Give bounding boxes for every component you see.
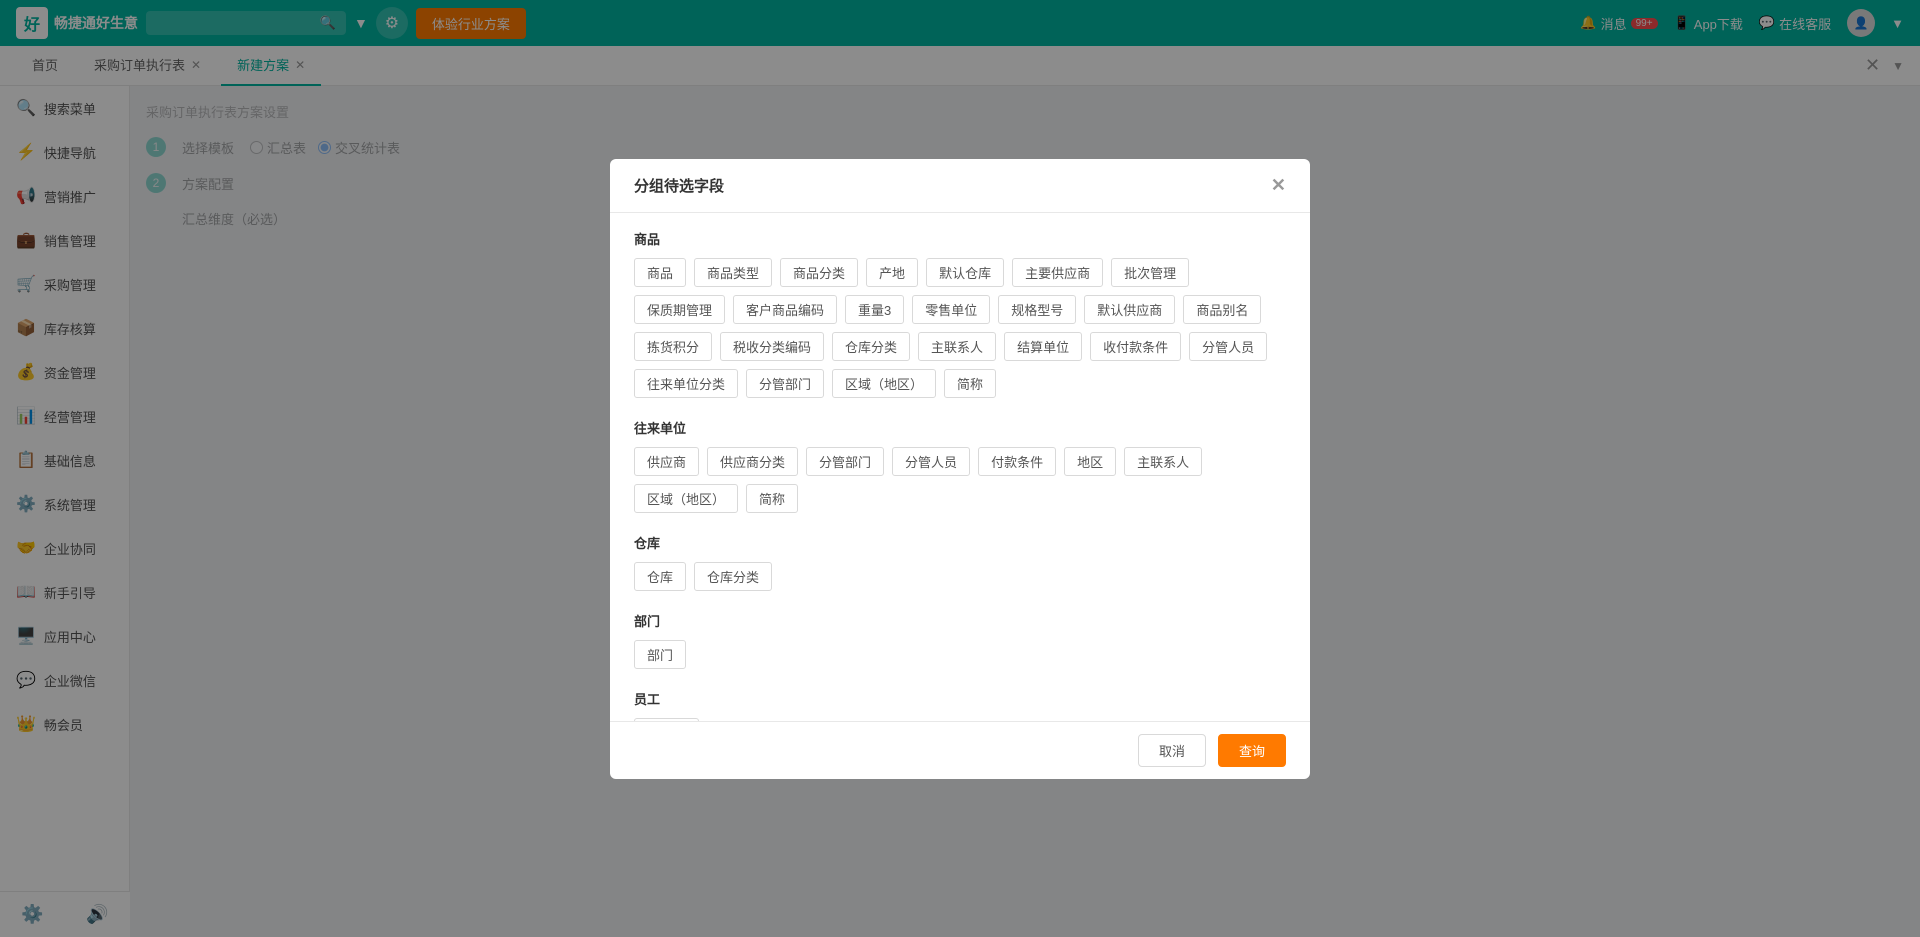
field-tag-payment-condition[interactable]: 付款条件 [978,447,1056,476]
modal-body: 商品 商品 商品类型 商品分类 产地 默认仓库 主要供应商 批次管理 保质期管理… [610,213,1310,721]
field-tag-warehouse[interactable]: 仓库 [634,562,686,591]
section-department-title: 部门 [634,611,1286,630]
field-tag-manager[interactable]: 分管人员 [1189,332,1267,361]
field-tag-main-contact2[interactable]: 主联系人 [1124,447,1202,476]
field-tag-settlement-unit[interactable]: 结算单位 [1004,332,1082,361]
section-warehouse: 仓库 仓库 仓库分类 [634,533,1286,591]
field-tag-customer-code[interactable]: 客户商品编码 [733,295,837,324]
field-tag-retail-unit[interactable]: 零售单位 [912,295,990,324]
section-warehouse-tags: 仓库 仓库分类 [634,562,1286,591]
field-tag-warehouse-cat[interactable]: 仓库分类 [694,562,772,591]
field-tag-payment-terms[interactable]: 收付款条件 [1090,332,1181,361]
field-tag-short-name[interactable]: 简称 [944,369,996,398]
field-tag-weight[interactable]: 重量3 [845,295,904,324]
field-tag-batch-management[interactable]: 批次管理 [1111,258,1189,287]
modal-footer: 取消 查询 [610,721,1310,779]
field-tag-main-supplier[interactable]: 主要供应商 [1012,258,1103,287]
field-tag-short-name2[interactable]: 简称 [746,484,798,513]
field-tag-supplier[interactable]: 供应商 [634,447,699,476]
field-tag-warehouse-category[interactable]: 仓库分类 [832,332,910,361]
cancel-button[interactable]: 取消 [1138,734,1206,767]
field-tag-department[interactable]: 部门 [634,640,686,669]
field-tag-alias[interactable]: 商品别名 [1183,295,1261,324]
field-tag-counterpart-category[interactable]: 往来单位分类 [634,369,738,398]
section-employee-title: 员工 [634,689,1286,708]
field-tag-tax-code[interactable]: 税收分类编码 [720,332,824,361]
section-counterpart: 往来单位 供应商 供应商分类 分管部门 分管人员 付款条件 地区 主联系人 区域… [634,418,1286,513]
modal-overlay: 分组待选字段 ✕ 商品 商品 商品类型 商品分类 产地 默认仓库 主要供应商 批… [0,0,1920,937]
field-tag-supplier-category[interactable]: 供应商分类 [707,447,798,476]
section-counterpart-title: 往来单位 [634,418,1286,437]
modal-dialog: 分组待选字段 ✕ 商品 商品 商品类型 商品分类 产地 默认仓库 主要供应商 批… [610,159,1310,779]
field-tag-product[interactable]: 商品 [634,258,686,287]
field-tag-product-type[interactable]: 商品类型 [694,258,772,287]
field-tag-region2[interactable]: 区域（地区） [634,484,738,513]
field-tag-default-supplier[interactable]: 默认供应商 [1084,295,1175,324]
field-tag-shelf-life[interactable]: 保质期管理 [634,295,725,324]
field-tag-area[interactable]: 地区 [1064,447,1116,476]
modal-close-button[interactable]: ✕ [1271,175,1286,196]
field-tag-manager2[interactable]: 分管人员 [892,447,970,476]
field-tag-product-category[interactable]: 商品分类 [780,258,858,287]
field-tag-pick-points[interactable]: 拣货积分 [634,332,712,361]
modal-header: 分组待选字段 ✕ [610,159,1310,213]
field-tag-origin[interactable]: 产地 [866,258,918,287]
confirm-button[interactable]: 查询 [1218,734,1286,767]
field-tag-default-warehouse[interactable]: 默认仓库 [926,258,1004,287]
section-warehouse-title: 仓库 [634,533,1286,552]
section-counterpart-tags: 供应商 供应商分类 分管部门 分管人员 付款条件 地区 主联系人 区域（地区） … [634,447,1286,513]
field-tag-dept-managed[interactable]: 分管部门 [746,369,824,398]
field-tag-main-contact[interactable]: 主联系人 [918,332,996,361]
section-product: 商品 商品 商品类型 商品分类 产地 默认仓库 主要供应商 批次管理 保质期管理… [634,229,1286,398]
field-tag-region[interactable]: 区域（地区） [832,369,936,398]
section-product-tags: 商品 商品类型 商品分类 产地 默认仓库 主要供应商 批次管理 保质期管理 客户… [634,258,1286,398]
section-employee: 员工 业务员 [634,689,1286,721]
section-department: 部门 部门 [634,611,1286,669]
field-tag-spec-model[interactable]: 规格型号 [998,295,1076,324]
field-tag-dept-managed2[interactable]: 分管部门 [806,447,884,476]
section-department-tags: 部门 [634,640,1286,669]
section-product-title: 商品 [634,229,1286,248]
modal-title: 分组待选字段 [634,175,724,196]
